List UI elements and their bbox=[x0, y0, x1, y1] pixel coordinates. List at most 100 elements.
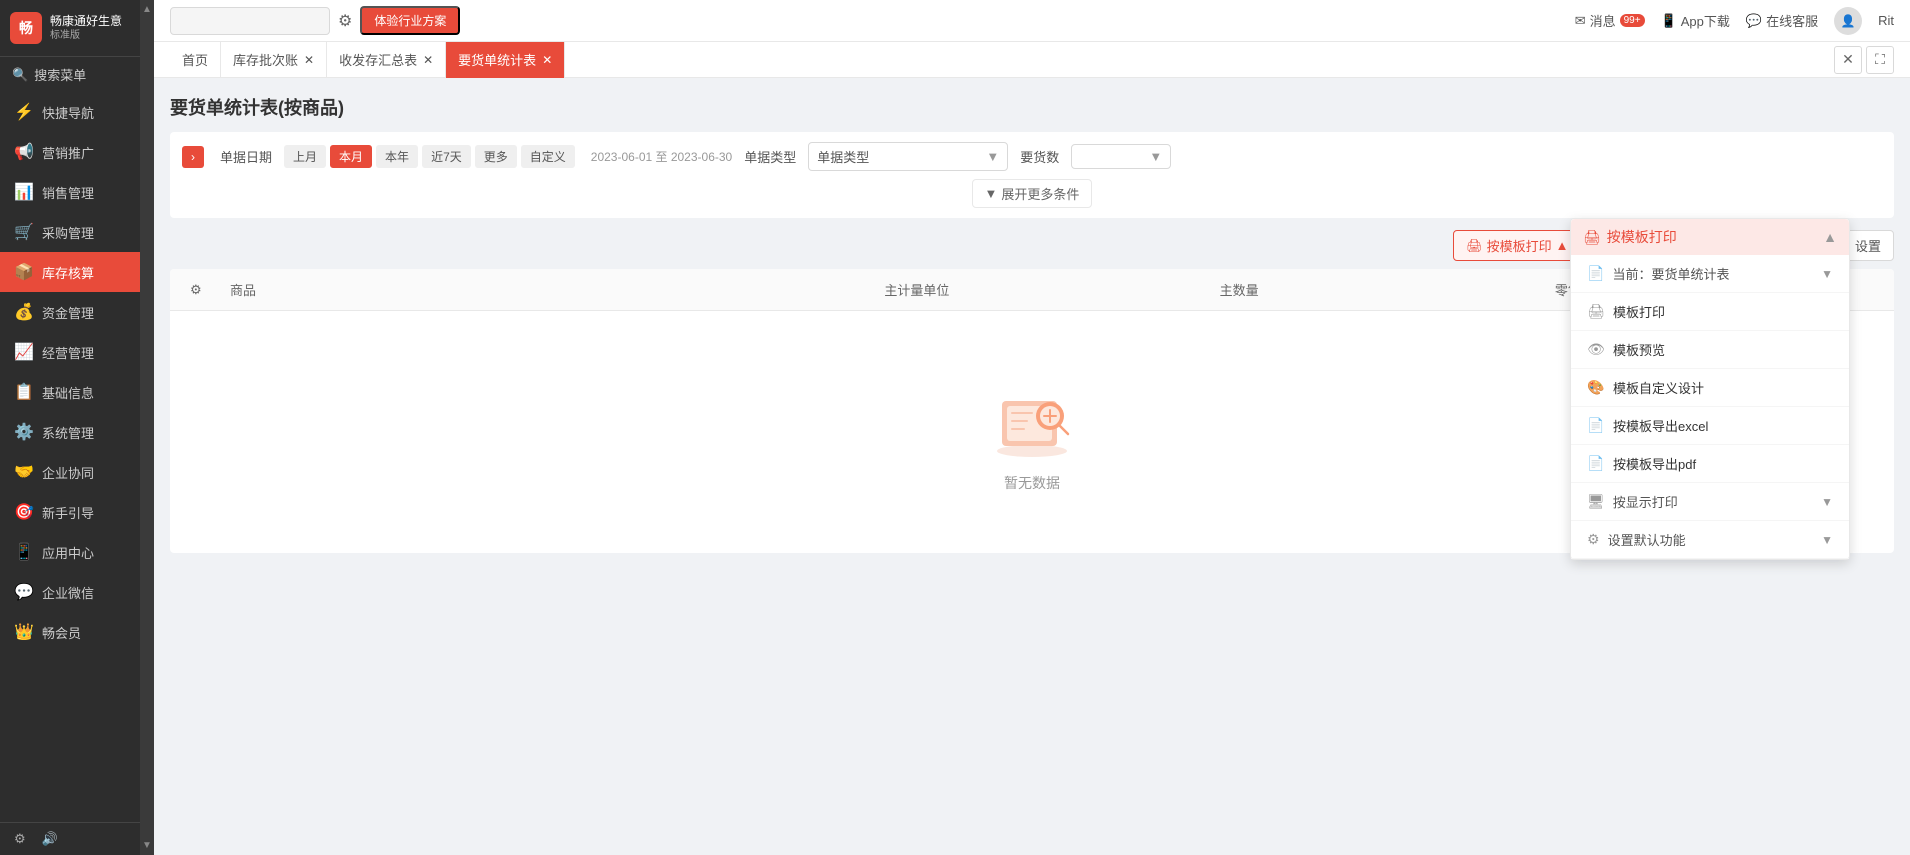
filter-expand-icon[interactable]: › bbox=[182, 146, 204, 168]
volume-icon[interactable]: 🔊 bbox=[42, 831, 58, 847]
expand-icon: ▼ bbox=[985, 186, 998, 201]
tab-close-order-stats[interactable]: ✕ bbox=[542, 53, 552, 67]
page-title: 要货单统计表(按商品) bbox=[170, 94, 1894, 120]
app-download-btn[interactable]: 📱 App下载 bbox=[1661, 11, 1730, 30]
date-btn-custom[interactable]: 自定义 bbox=[521, 145, 575, 168]
dropdown-close-btn[interactable]: ▲ bbox=[1823, 229, 1837, 245]
sidebar-item-sales[interactable]: 📊 销售管理 bbox=[0, 172, 140, 212]
order-type-select[interactable]: 单据类型 ▼ bbox=[808, 142, 1008, 171]
service-icon: 💬 bbox=[1746, 13, 1762, 29]
sidebar-item-basic[interactable]: 📋 基础信息 bbox=[0, 372, 140, 412]
message-icon: ✉ bbox=[1575, 13, 1586, 29]
main-area: ⚙ 体验行业方案 ✉ 消息 99+ 📱 App下载 💬 在线客服 👤 Rit bbox=[154, 0, 1910, 855]
topbar-right: ✉ 消息 99+ 📱 App下载 💬 在线客服 👤 Rit bbox=[1575, 7, 1894, 35]
dropdown-item-export-pdf[interactable]: 📄 按模板导出pdf bbox=[1571, 445, 1849, 483]
date-btn-prev[interactable]: 上月 bbox=[284, 145, 326, 168]
app-icon: 📱 bbox=[1661, 13, 1677, 29]
sidebar-item-purchase[interactable]: 🛒 采购管理 bbox=[0, 212, 140, 252]
tab-expand-btn[interactable]: ⛶ bbox=[1866, 46, 1894, 74]
current-template-arrow: ▼ bbox=[1821, 267, 1833, 281]
order-qty-label: 要货数 bbox=[1020, 147, 1059, 166]
display-print-icon: 🖥 bbox=[1587, 493, 1605, 510]
search-menu[interactable]: 🔍 搜索菜单 bbox=[0, 57, 140, 92]
tab-close-inventory-batch[interactable]: ✕ bbox=[304, 53, 314, 67]
topbar-search-input[interactable] bbox=[170, 7, 330, 35]
export-excel-icon: 📄 bbox=[1587, 417, 1605, 434]
tab-order-stats[interactable]: 要货单统计表 ✕ bbox=[446, 42, 565, 78]
dropdown-current-template[interactable]: 📄 当前：要货单统计表 ▼ bbox=[1571, 255, 1849, 293]
tabbar: 首页 库存批次账 ✕ 收发存汇总表 ✕ 要货单统计表 ✕ ✕ ⛶ bbox=[154, 42, 1910, 78]
export-pdf-icon: 📄 bbox=[1587, 455, 1605, 472]
page-content: 要货单统计表(按商品) › 单据日期 上月 本月 本年 近7天 更多 自定义 2… bbox=[154, 78, 1910, 855]
date-btn-more[interactable]: 更多 bbox=[475, 145, 517, 168]
system-icon: ⚙️ bbox=[14, 422, 34, 442]
dropdown-display-print[interactable]: 🖥 按显示打印 ▼ bbox=[1571, 483, 1849, 521]
marketing-icon: 📢 bbox=[14, 142, 34, 162]
filter-bar: › 单据日期 上月 本月 本年 近7天 更多 自定义 2023-06-01 至 … bbox=[170, 132, 1894, 218]
tab-close-receipt-summary[interactable]: ✕ bbox=[423, 53, 433, 67]
promo-button[interactable]: 体验行业方案 bbox=[360, 6, 460, 35]
sidebar-item-finance[interactable]: 💰 资金管理 bbox=[0, 292, 140, 332]
sidebar-item-operation[interactable]: 📈 经营管理 bbox=[0, 332, 140, 372]
user-avatar[interactable]: 👤 bbox=[1834, 7, 1862, 35]
empty-text: 暂无数据 bbox=[1004, 473, 1060, 493]
wechat-icon: 💬 bbox=[14, 582, 34, 602]
username: Rit bbox=[1878, 13, 1894, 28]
logo-icon: 畅 bbox=[10, 12, 42, 44]
operation-icon: 📈 bbox=[14, 342, 34, 362]
date-btn-year[interactable]: 本年 bbox=[376, 145, 418, 168]
sidebar-scroll[interactable]: ▲ ▼ bbox=[140, 0, 154, 855]
sidebar-item-newbie[interactable]: 🎯 新手引导 bbox=[0, 492, 140, 532]
dropdown-set-default[interactable]: ⚙ 设置默认功能 ▼ bbox=[1571, 521, 1849, 559]
tab-receipt-summary[interactable]: 收发存汇总表 ✕ bbox=[327, 42, 446, 78]
th-gear[interactable]: ⚙ bbox=[182, 282, 222, 298]
dropdown-item-template-preview[interactable]: 👁 模板预览 bbox=[1571, 331, 1849, 369]
print-arrow-icon: ▲ bbox=[1556, 238, 1569, 253]
date-label: 单据日期 bbox=[220, 147, 272, 166]
search-icon: 🔍 bbox=[12, 67, 28, 83]
sidebar-item-marketing[interactable]: 📢 营销推广 bbox=[0, 132, 140, 172]
tab-close-btn[interactable]: ✕ bbox=[1834, 46, 1862, 74]
tab-inventory-batch[interactable]: 库存批次账 ✕ bbox=[221, 42, 327, 78]
dropdown-item-export-excel[interactable]: 📄 按模板导出excel bbox=[1571, 407, 1849, 445]
topbar-gear-icon[interactable]: ⚙ bbox=[338, 11, 352, 31]
expand-conditions-btn[interactable]: ▼ 展开更多条件 bbox=[972, 179, 1093, 208]
sidebar-item-appstore[interactable]: 📱 应用中心 bbox=[0, 532, 140, 572]
display-print-arrow: ▼ bbox=[1821, 495, 1833, 509]
sidebar-item-member[interactable]: 👑 畅会员 bbox=[0, 612, 140, 652]
tab-home[interactable]: 首页 bbox=[170, 42, 221, 78]
dropdown-header: 🖨 按模板打印 ▲ bbox=[1571, 219, 1849, 255]
message-badge: 99+ bbox=[1620, 14, 1645, 27]
order-type-arrow-icon: ▼ bbox=[986, 149, 999, 164]
finance-icon: 💰 bbox=[14, 302, 34, 322]
print-dropdown-menu: 🖨 按模板打印 ▲ 📄 当前：要货单统计表 ▼ 🖨 模板打印 👁 bbox=[1570, 218, 1850, 560]
online-service-btn[interactable]: 💬 在线客服 bbox=[1746, 11, 1818, 30]
dropdown-title: 🖨 按模板打印 bbox=[1583, 227, 1677, 247]
sidebar-item-system[interactable]: ⚙️ 系统管理 bbox=[0, 412, 140, 452]
print-icon: 🖨 bbox=[1466, 238, 1483, 254]
order-qty-select[interactable]: ▼ bbox=[1071, 144, 1171, 169]
date-btn-current[interactable]: 本月 bbox=[330, 145, 372, 168]
th-qty: 主数量 bbox=[1212, 280, 1547, 299]
dropdown-item-template-print[interactable]: 🖨 模板打印 bbox=[1571, 293, 1849, 331]
dropdown-item-template-design[interactable]: 🎨 模板自定义设计 bbox=[1571, 369, 1849, 407]
sales-icon: 📊 bbox=[14, 182, 34, 202]
logo-text: 畅康通好生意 标准版 bbox=[50, 14, 122, 43]
date-btn-week7[interactable]: 近7天 bbox=[422, 145, 471, 168]
collab-icon: 🤝 bbox=[14, 462, 34, 482]
sidebar-item-inventory[interactable]: 📦 库存核算 bbox=[0, 252, 140, 292]
order-type-label: 单据类型 bbox=[744, 147, 796, 166]
tabbar-right-btns: ✕ ⛶ bbox=[1834, 46, 1894, 74]
message-btn[interactable]: ✉ 消息 99+ bbox=[1575, 11, 1645, 30]
print-btn[interactable]: 🖨 按模板打印 ▲ bbox=[1453, 230, 1581, 261]
date-buttons: 上月 本月 本年 近7天 更多 自定义 bbox=[284, 145, 575, 168]
current-template-icon: 📄 bbox=[1587, 265, 1604, 282]
quick-nav-icon: ⚡ bbox=[14, 102, 34, 122]
newbie-icon: 🎯 bbox=[14, 502, 34, 522]
sidebar-item-collab[interactable]: 🤝 企业协同 bbox=[0, 452, 140, 492]
template-design-icon: 🎨 bbox=[1587, 379, 1605, 396]
sidebar-item-wechat[interactable]: 💬 企业微信 bbox=[0, 572, 140, 612]
settings-icon[interactable]: ⚙ bbox=[14, 831, 26, 847]
sidebar-item-quick-nav[interactable]: ⚡ 快捷导航 bbox=[0, 92, 140, 132]
template-print-icon: 🖨 bbox=[1587, 303, 1605, 320]
